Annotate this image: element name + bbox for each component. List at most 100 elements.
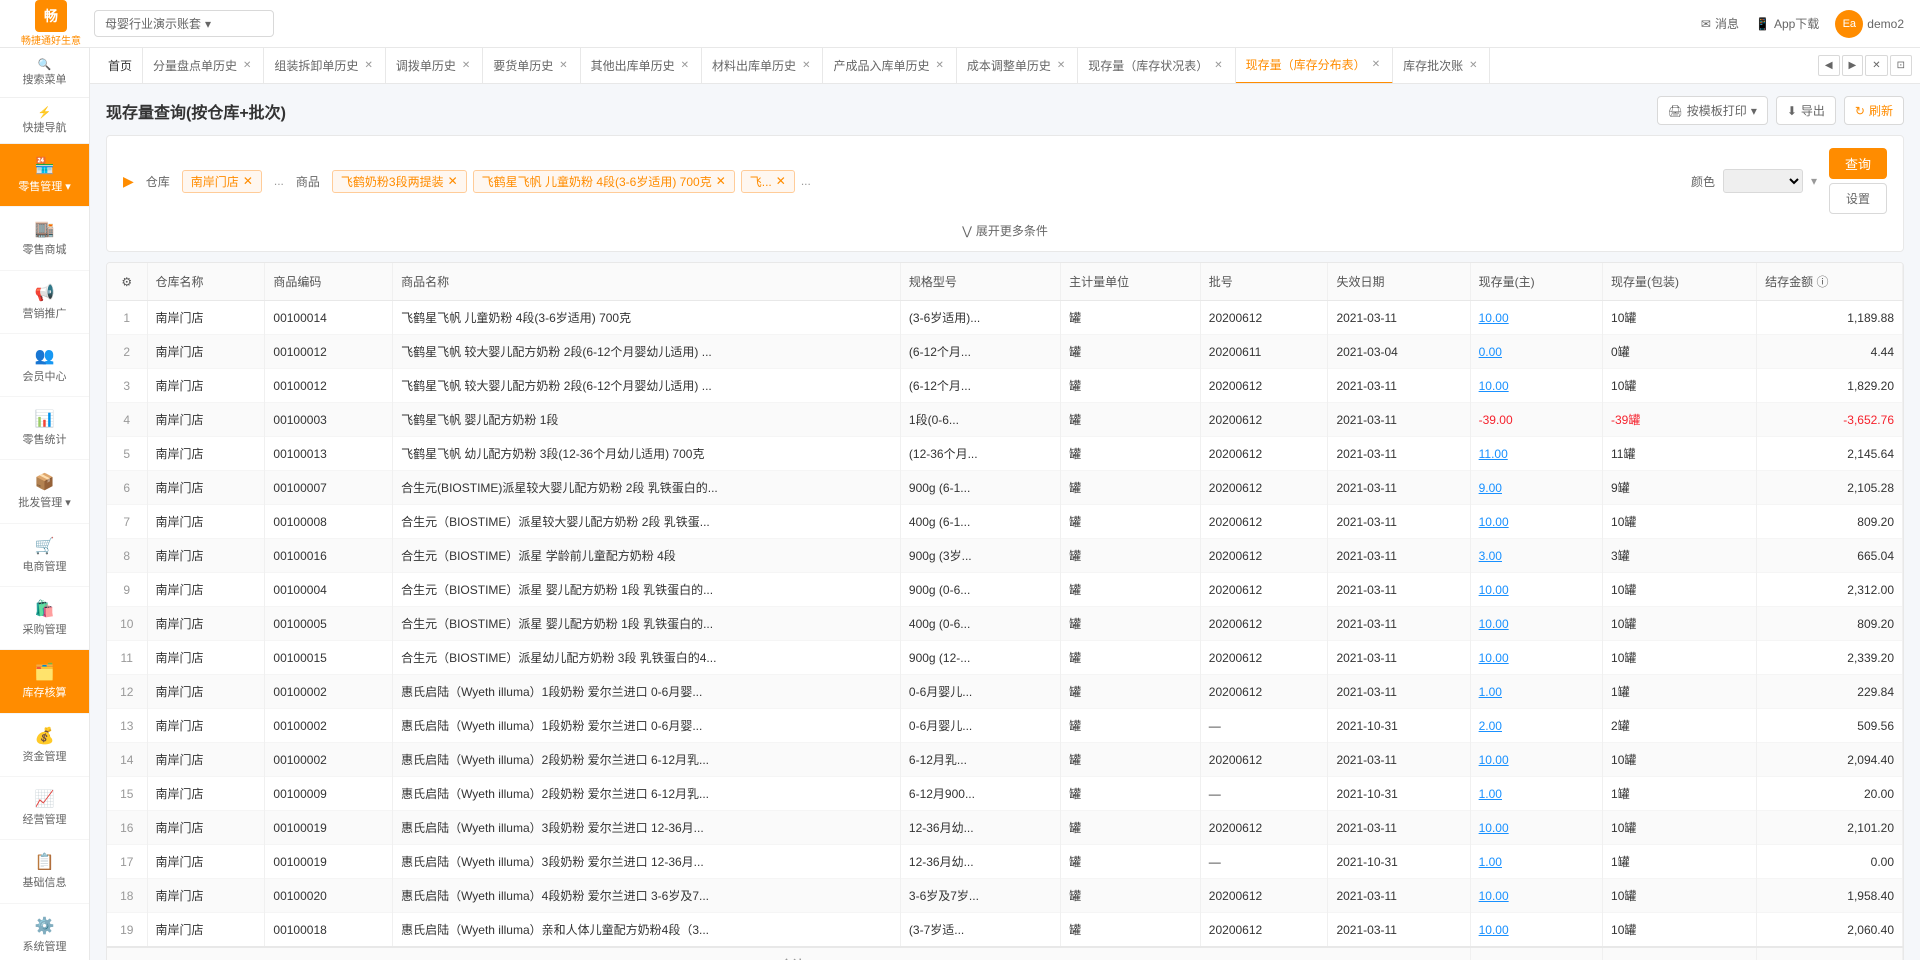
row-stock-main[interactable]: 10.00 [1470, 913, 1602, 948]
tab-next-arrow[interactable]: ▶ [1842, 55, 1864, 76]
row-stock-main[interactable]: 0.00 [1470, 335, 1602, 369]
row-stock-main[interactable]: 2.00 [1470, 709, 1602, 743]
sidebar-item-operations[interactable]: 📈 经营管理 [0, 777, 89, 840]
row-stock-main[interactable]: 10.00 [1470, 641, 1602, 675]
product-tag-3[interactable]: 飞... ✕ [741, 170, 795, 193]
tab-close-icon[interactable]: ✕ [241, 59, 253, 72]
tab-cost-adjust[interactable]: 成本调整单历史 ✕ [957, 48, 1078, 84]
row-warehouse: 南岸门店 [147, 743, 265, 777]
warehouse-selector[interactable]: 母婴行业演示账套 ▾ [94, 10, 274, 37]
sidebar-item-system[interactable]: ⚙️ 系统管理 [0, 904, 89, 960]
sidebar-item-purchase[interactable]: 🛍️ 采购管理 [0, 587, 89, 650]
row-no: 1 [107, 301, 147, 335]
warehouse-tag-remove[interactable]: ✕ [243, 174, 253, 188]
tab-close-icon[interactable]: ✕ [1212, 59, 1224, 72]
tab-close-icon[interactable]: ✕ [679, 59, 691, 72]
sidebar-item-ecommerce[interactable]: 🛒 电商管理 [0, 524, 89, 587]
tab-material-out[interactable]: 材料出库单历史 ✕ [702, 48, 823, 84]
sidebar-item-retail[interactable]: 🏪 零售管理 ▾ [0, 144, 89, 207]
product-tag-1[interactable]: 飞鹤奶粉3段两提装 ✕ [332, 170, 467, 193]
tab-batch-acct[interactable]: 库存批次账 ✕ [1393, 48, 1490, 84]
product-tag-3-remove[interactable]: ✕ [776, 174, 786, 188]
tab-close-icon[interactable]: ✕ [1467, 59, 1479, 72]
sidebar-item-retail-stats[interactable]: 📊 零售统计 [0, 397, 89, 460]
tab-other-out[interactable]: 其他出库单历史 ✕ [581, 48, 702, 84]
tab-close-all[interactable]: ✕ [1865, 55, 1887, 76]
sidebar-search[interactable]: 🔍 搜索菜单 [0, 48, 89, 98]
row-stock-main[interactable]: 1.00 [1470, 845, 1602, 879]
tab-close-icon[interactable]: ✕ [362, 59, 374, 72]
tab-close-icon[interactable]: ✕ [800, 59, 812, 72]
row-stock-main[interactable]: -39.00 [1470, 403, 1602, 437]
row-stock-main[interactable]: 10.00 [1470, 879, 1602, 913]
tab-product-in[interactable]: 产成品入库单历史 ✕ [823, 48, 956, 84]
row-amount: 2,312.00 [1757, 573, 1903, 607]
row-code: 00100019 [265, 845, 393, 879]
export-btn[interactable]: ⬇ 导出 [1776, 96, 1836, 125]
tab-split-inventory[interactable]: 分量盘点单历史 ✕ [143, 48, 264, 84]
row-stock-main[interactable]: 10.00 [1470, 573, 1602, 607]
row-stock-main[interactable]: 10.00 [1470, 607, 1602, 641]
warehouse-tag[interactable]: 南岸门店 ✕ [182, 170, 262, 193]
row-stock-main[interactable]: 1.00 [1470, 777, 1602, 811]
product-tag-2-remove[interactable]: ✕ [716, 174, 726, 188]
query-btn[interactable]: 查询 [1829, 148, 1887, 179]
tab-close-icon[interactable]: ✕ [557, 59, 569, 72]
template-print-btn[interactable]: 🖨 按模板打印 ▾ [1657, 96, 1768, 125]
refresh-btn[interactable]: ↻ 刷新 [1844, 96, 1904, 125]
row-warehouse: 南岸门店 [147, 437, 265, 471]
tab-close-icon[interactable]: ✕ [460, 59, 472, 72]
sidebar-item-wholesale[interactable]: 📦 批发管理 ▾ [0, 460, 89, 523]
filter-expand-toggle[interactable]: ▶ [123, 173, 134, 190]
sidebar-nav[interactable]: ⚡ 快捷导航 [0, 98, 89, 144]
col-settings[interactable]: ⚙ [107, 263, 147, 301]
sidebar-item-retail-store[interactable]: 🏬 零售商城 [0, 207, 89, 270]
product-tag-2[interactable]: 飞鹤星飞帆 儿童奶粉 4段(3-6岁适用) 700克 ✕ [473, 170, 735, 193]
sidebar-item-members[interactable]: 👥 会员中心 [0, 334, 89, 397]
row-stock-main[interactable]: 10.00 [1470, 743, 1602, 777]
product-tag-1-remove[interactable]: ✕ [448, 174, 458, 188]
warehouse-more[interactable]: ... [274, 174, 284, 188]
tab-close-icon[interactable]: ✕ [933, 59, 945, 72]
tab-prev-arrow[interactable]: ◀ [1818, 55, 1840, 76]
table-row: 2 南岸门店 00100012 飞鹤星飞帆 较大婴儿配方奶粉 2段(6-12个月… [107, 335, 1903, 369]
row-stock-main[interactable]: 9.00 [1470, 471, 1602, 505]
tab-demand[interactable]: 要货单历史 ✕ [483, 48, 580, 84]
sidebar-item-marketing[interactable]: 📢 营销推广 [0, 271, 89, 334]
members-label: 会员中心 [23, 370, 67, 384]
sidebar-item-base[interactable]: 📋 基础信息 [0, 840, 89, 903]
tab-close-icon[interactable]: ✕ [1055, 59, 1067, 72]
row-stock-main[interactable]: 11.00 [1470, 437, 1602, 471]
row-stock-main[interactable]: 10.00 [1470, 505, 1602, 539]
tab-mix[interactable]: 调拨单历史 ✕ [386, 48, 483, 84]
product-more[interactable]: ... [801, 174, 811, 188]
sidebar-item-finance[interactable]: 💰 资金管理 [0, 714, 89, 777]
user-area[interactable]: Ea demo2 [1835, 10, 1904, 38]
tab-disassemble[interactable]: 组装拆卸单历史 ✕ [264, 48, 385, 84]
col-code: 商品编码 [265, 263, 393, 301]
row-amount: 20.00 [1757, 777, 1903, 811]
tab-maximize[interactable]: ⊡ [1890, 55, 1912, 76]
tab-stock-status[interactable]: 现存量（库存状况表） ✕ [1078, 48, 1235, 84]
expand-more-btn[interactable]: ⋁ 展开更多条件 [123, 222, 1887, 239]
settings-btn[interactable]: 设置 [1829, 183, 1887, 214]
row-stock-main[interactable]: 3.00 [1470, 539, 1602, 573]
row-spec: 0-6月婴儿... [900, 675, 1060, 709]
row-spec: (3-6岁适用)... [900, 301, 1060, 335]
tab-close-icon[interactable]: ✕ [1370, 58, 1382, 71]
app-download-btn[interactable]: 📱 App下载 [1755, 15, 1819, 32]
row-stock-main[interactable]: 10.00 [1470, 301, 1602, 335]
row-expire: 2021-10-31 [1328, 777, 1470, 811]
row-batch: 20200611 [1200, 335, 1328, 369]
row-expire: 2021-03-11 [1328, 437, 1470, 471]
row-amount: 2,094.40 [1757, 743, 1903, 777]
row-stock-main[interactable]: 10.00 [1470, 369, 1602, 403]
sidebar-item-inventory[interactable]: 🗂️ 库存核算 [0, 650, 89, 713]
color-filter-select[interactable] [1723, 169, 1803, 193]
row-stock-main[interactable]: 1.00 [1470, 675, 1602, 709]
tab-stock-dist[interactable]: 现存量（库存分布表） ✕ [1236, 48, 1393, 84]
message-btn[interactable]: ✉ 消息 [1701, 15, 1739, 32]
row-warehouse: 南岸门店 [147, 675, 265, 709]
row-stock-main[interactable]: 10.00 [1470, 811, 1602, 845]
tab-home[interactable]: 首页 [98, 48, 143, 84]
